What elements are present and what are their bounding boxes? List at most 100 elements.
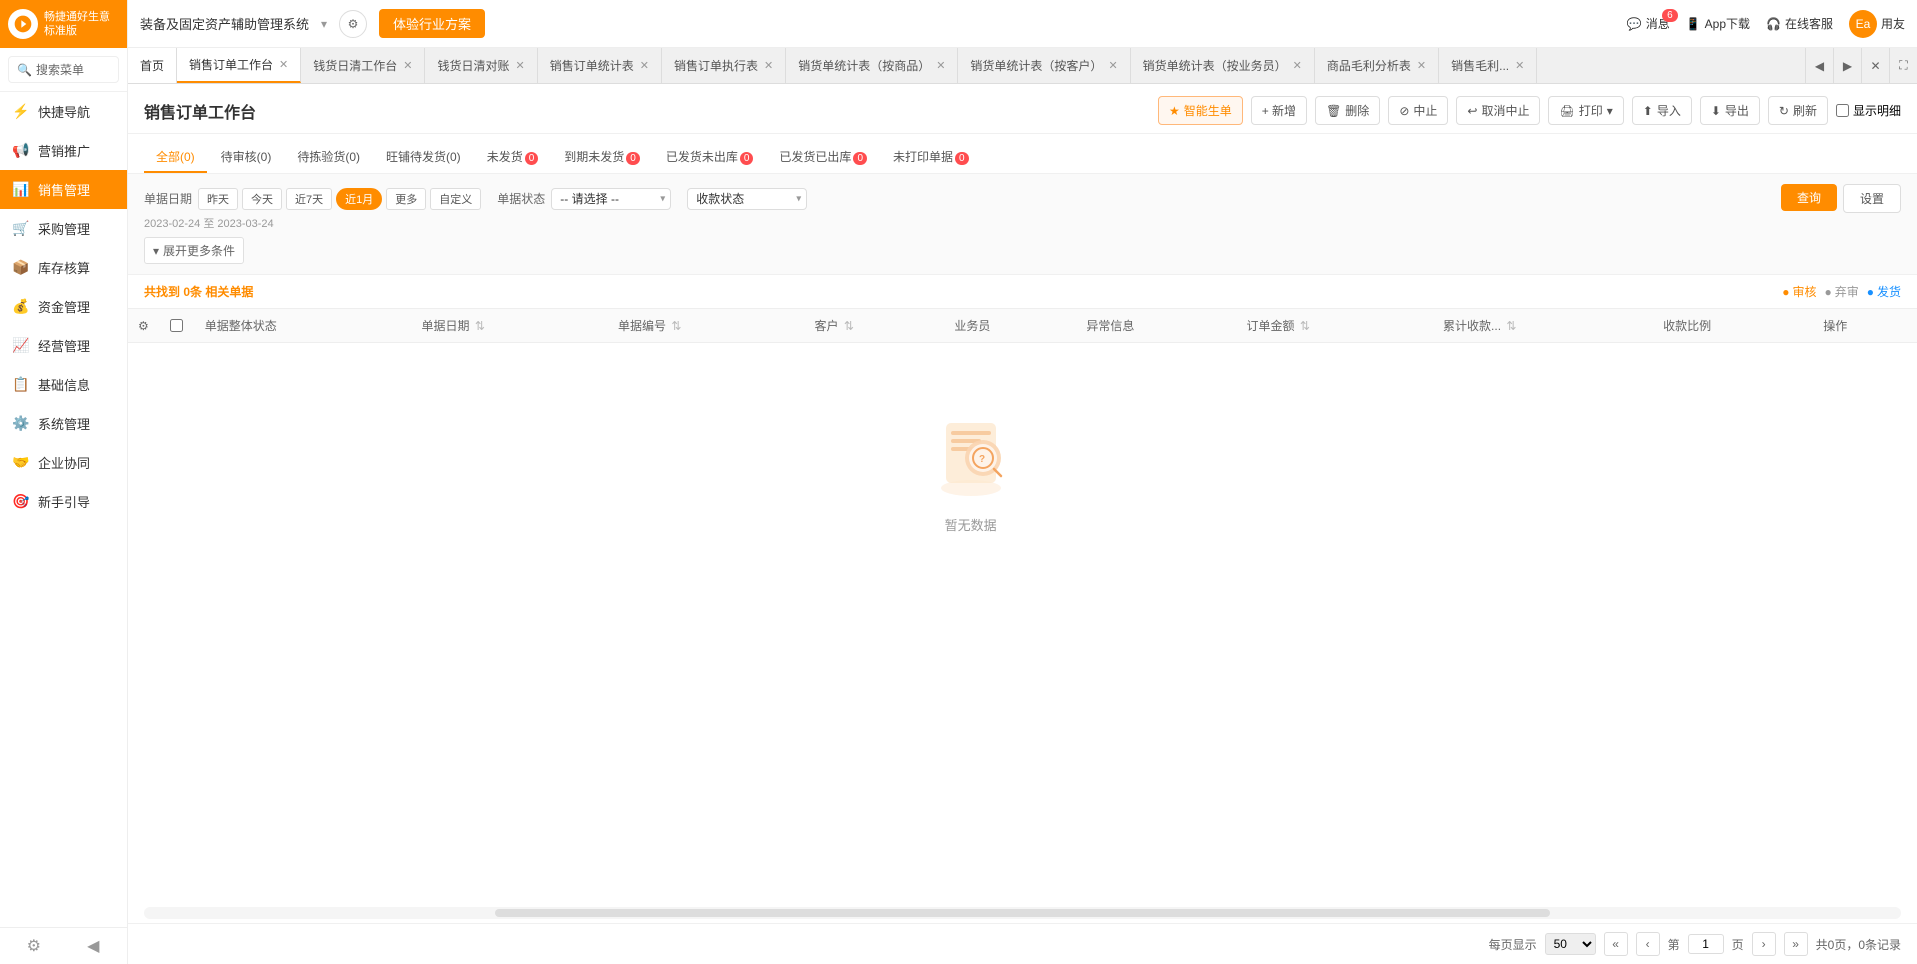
- sidebar-item-system[interactable]: ⚙️ 系统管理: [0, 404, 127, 443]
- tab-cash-reconcile[interactable]: 钱货日清对账 ✕: [425, 48, 537, 83]
- tab-sales-exec[interactable]: 销售订单执行表 ✕: [662, 48, 786, 83]
- tab-sales-stats[interactable]: 销售订单统计表 ✕: [538, 48, 662, 83]
- tab-close-icon[interactable]: ✕: [403, 59, 412, 72]
- tab-sales-stats-product[interactable]: 销货单统计表（按商品） ✕: [786, 48, 958, 83]
- sidebar-item-operation[interactable]: 📈 经营管理: [0, 326, 127, 365]
- sub-tab-wangpu[interactable]: 旺铺待发货(0): [374, 142, 473, 173]
- tab-close-icon[interactable]: ✕: [516, 59, 525, 72]
- col-customer-header[interactable]: 客户 ⇅: [804, 309, 944, 343]
- date-more-btn[interactable]: 更多: [386, 188, 426, 210]
- settings-button[interactable]: ⚙: [8, 936, 60, 956]
- show-detail-checkbox[interactable]: [1836, 104, 1849, 117]
- tab-sales-more[interactable]: 销售毛利... ✕: [1439, 48, 1537, 83]
- col-status-header[interactable]: 单据整体状态: [195, 309, 412, 343]
- query-button[interactable]: 查询: [1781, 184, 1837, 211]
- sidebar-nav: ⚡ 快捷导航 📢 营销推广 📊 销售管理 🛒 采购管理 📦 库存核算 💰 资金管…: [0, 92, 127, 521]
- sidebar-item-marketing[interactable]: 📢 营销推广: [0, 131, 127, 170]
- suspend-button[interactable]: ⊘ 中止: [1388, 96, 1448, 125]
- export-button[interactable]: ⬇ 导出: [1700, 96, 1760, 125]
- batch-approve-button[interactable]: ● 审核: [1782, 283, 1816, 300]
- expand-filters-button[interactable]: ▾ 展开更多条件: [144, 237, 244, 264]
- add-button[interactable]: + 新增: [1251, 96, 1307, 125]
- cancel-suspend-button[interactable]: ↩ 取消中止: [1456, 96, 1540, 125]
- topbar-settings-button[interactable]: ⚙: [339, 10, 367, 38]
- tab-close-icon[interactable]: ✕: [279, 58, 288, 71]
- next-page-button[interactable]: ›: [1752, 932, 1776, 956]
- prev-page-button[interactable]: ‹: [1636, 932, 1660, 956]
- tab-close-icon[interactable]: ✕: [936, 59, 945, 72]
- sidebar-item-finance[interactable]: 💰 资金管理: [0, 287, 127, 326]
- sub-tab-shipped-in[interactable]: 已发货已出库0: [767, 142, 879, 173]
- sub-tab-not-shipped[interactable]: 未发货0: [475, 142, 551, 173]
- setup-button[interactable]: 设置: [1843, 184, 1901, 213]
- user-menu-button[interactable]: Ea 用友: [1849, 10, 1905, 38]
- sidebar-item-purchase[interactable]: 🛒 采购管理: [0, 209, 127, 248]
- col-date-header[interactable]: 单据日期 ⇅: [411, 309, 607, 343]
- batch-revoke-button[interactable]: ● 弃审: [1824, 283, 1858, 300]
- sub-tab-expired[interactable]: 到期未发货0: [552, 142, 652, 173]
- refresh-button[interactable]: ↻ 刷新: [1768, 96, 1828, 125]
- first-page-button[interactable]: «: [1604, 932, 1628, 956]
- filter-area: 单据日期 昨天 今天 近7天 近1月 更多 自定义 单据状态 -- 请选择 --: [128, 174, 1917, 275]
- tab-close-icon[interactable]: ✕: [1515, 59, 1524, 72]
- batch-ship-button[interactable]: ● 发货: [1867, 283, 1901, 300]
- industry-btn[interactable]: 体验行业方案: [379, 9, 485, 38]
- collapse-button[interactable]: ◀: [68, 936, 120, 956]
- sub-tab-shipped-not-in[interactable]: 已发货未出库0: [654, 142, 766, 173]
- tab-fullscreen-button[interactable]: ⛶: [1889, 48, 1917, 84]
- tab-home[interactable]: 首页: [128, 48, 177, 83]
- topbar-right: 💬 消息 6 📱 App下载 🎧 在线客服 Ea 用友: [1627, 10, 1905, 38]
- sidebar-item-inventory[interactable]: 📦 库存核算: [0, 248, 127, 287]
- sub-tab-all[interactable]: 全部(0): [144, 142, 207, 173]
- delete-button[interactable]: 🗑 删除: [1315, 96, 1380, 125]
- tab-sales-stats-staff[interactable]: 销货单统计表（按业务员） ✕: [1131, 48, 1315, 83]
- sub-tab-pending-review[interactable]: 待审核(0): [209, 142, 284, 173]
- payment-select[interactable]: 收款状态: [687, 188, 807, 210]
- tab-close-icon[interactable]: ✕: [1108, 59, 1117, 72]
- last-page-button[interactable]: »: [1784, 932, 1808, 956]
- col-collected-header[interactable]: 累计收款... ⇅: [1433, 309, 1653, 343]
- message-button[interactable]: 💬 消息 6: [1627, 15, 1670, 32]
- tab-cash-daily[interactable]: 钱货日清工作台 ✕: [301, 48, 425, 83]
- sidebar-item-basic[interactable]: 📋 基础信息: [0, 365, 127, 404]
- tab-close-icon[interactable]: ✕: [1417, 59, 1426, 72]
- col-number-header[interactable]: 单据编号 ⇅: [608, 309, 804, 343]
- sidebar-item-quick-nav[interactable]: ⚡ 快捷导航: [0, 92, 127, 131]
- status-select[interactable]: -- 请选择 --: [551, 188, 671, 210]
- tab-close-icon[interactable]: ✕: [640, 59, 649, 72]
- sidebar-item-guide[interactable]: 🎯 新手引导: [0, 482, 127, 521]
- shipped-in-badge: 0: [853, 152, 867, 165]
- horizontal-scrollbar[interactable]: [144, 907, 1901, 919]
- tab-close-icon[interactable]: ✕: [1293, 59, 1302, 72]
- select-all-checkbox[interactable]: [170, 319, 183, 332]
- date-today-btn[interactable]: 今天: [242, 188, 282, 210]
- customer-sort-icon: ⇅: [844, 319, 854, 333]
- sub-tab-pending-inspect[interactable]: 待拣验货(0): [285, 142, 372, 173]
- tab-next-button[interactable]: ▶: [1833, 48, 1861, 84]
- page-input[interactable]: [1688, 934, 1724, 954]
- date-custom-btn[interactable]: 自定义: [430, 188, 481, 210]
- app-download-button[interactable]: 📱 App下载: [1686, 15, 1750, 32]
- search-menu-button[interactable]: 🔍 搜索菜单: [8, 56, 119, 83]
- tab-goods-margin[interactable]: 商品毛利分析表 ✕: [1315, 48, 1439, 83]
- per-page-select[interactable]: 20 50 100: [1545, 933, 1596, 955]
- print-button[interactable]: 🖨 打印 ▾: [1548, 96, 1623, 125]
- scroll-thumb[interactable]: [495, 909, 1549, 917]
- col-amount-header[interactable]: 订单金额 ⇅: [1237, 309, 1433, 343]
- tab-close-icon[interactable]: ✕: [764, 59, 773, 72]
- show-detail-label[interactable]: 显示明细: [1836, 102, 1901, 119]
- date-7days-btn[interactable]: 近7天: [286, 188, 332, 210]
- tab-sales-stats-customer[interactable]: 销货单统计表（按客户） ✕: [958, 48, 1130, 83]
- number-sort-icon: ⇅: [671, 319, 681, 333]
- import-button[interactable]: ⬆ 导入: [1632, 96, 1692, 125]
- sub-tab-not-printed[interactable]: 未打印单据0: [881, 142, 981, 173]
- online-service-button[interactable]: 🎧 在线客服: [1766, 15, 1833, 32]
- tab-prev-button[interactable]: ◀: [1805, 48, 1833, 84]
- date-1month-btn[interactable]: 近1月: [336, 188, 382, 210]
- sidebar-item-enterprise[interactable]: 🤝 企业协同: [0, 443, 127, 482]
- tab-close-all-button[interactable]: ✕: [1861, 48, 1889, 84]
- tab-sales-workbench[interactable]: 销售订单工作台 ✕: [177, 48, 301, 83]
- sidebar-item-sales[interactable]: 📊 销售管理: [0, 170, 127, 209]
- date-yesterday-btn[interactable]: 昨天: [198, 188, 238, 210]
- smart-create-button[interactable]: ★ 智能生单: [1158, 96, 1243, 125]
